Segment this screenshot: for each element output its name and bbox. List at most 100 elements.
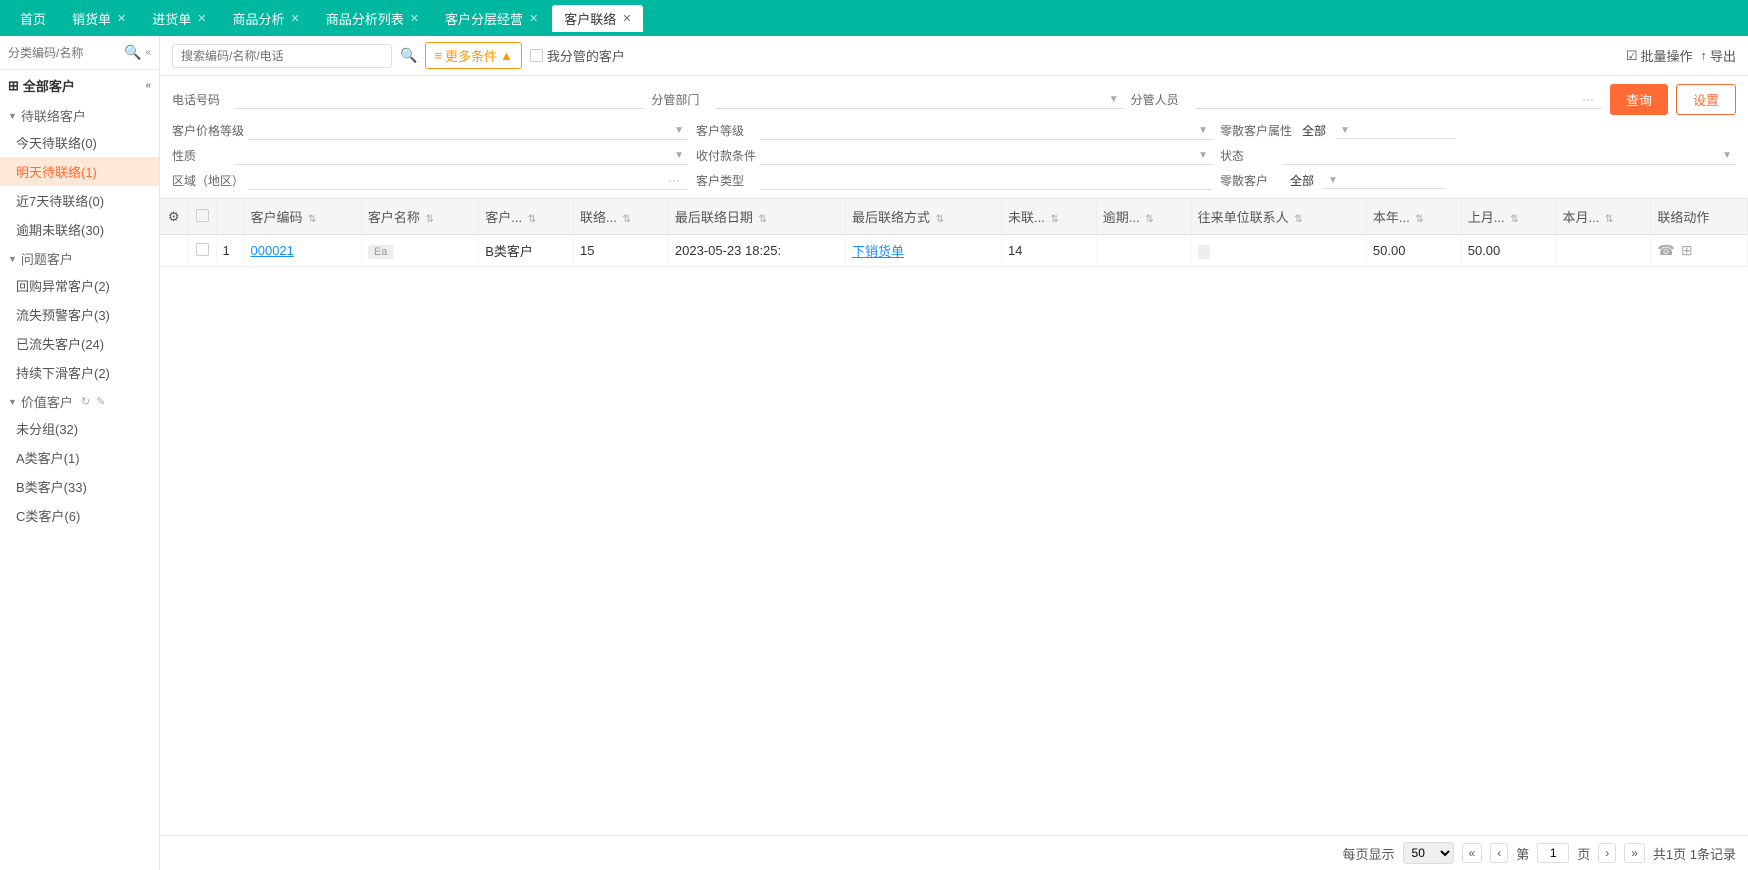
col-last-contact-date-sort[interactable]: ⇅ [759,214,767,225]
export-btn[interactable]: ↑ 导出 [1700,46,1736,65]
sidebar-item-overdue-contact[interactable]: 逾期未联络(30) [0,215,159,244]
col-type[interactable]: 客户... ⇅ [479,199,574,235]
cell-checkbox[interactable] [188,235,216,267]
nav-purchase-close[interactable]: ✕ [197,12,206,25]
col-unit-contact[interactable]: 往来单位联系人 ⇅ [1191,199,1366,235]
prev-page-btn[interactable]: ‹ [1490,843,1508,863]
more-conditions-btn[interactable]: ≡ 更多条件 ▲ [425,42,521,69]
phone-icon[interactable]: ☎ [1657,242,1674,259]
value-group-edit[interactable]: ✎ [96,395,105,408]
col-last-contact-method-sort[interactable]: ⇅ [936,214,944,225]
status-input[interactable] [1288,148,1722,162]
page-size-select[interactable]: 50 100 200 [1403,842,1454,864]
col-this-year[interactable]: 本年... ⇅ [1366,199,1461,235]
filter-field-person: 分管人员 ··· [1131,90,1602,109]
nav-customer-contact-close[interactable]: ✕ [622,12,631,25]
col-last-month[interactable]: 上月... ⇅ [1461,199,1556,235]
col-not-contacted-sort[interactable]: ⇅ [1050,214,1058,225]
nav-goods-analysis-list[interactable]: 商品分析列表 ✕ [314,5,431,32]
col-code[interactable]: 客户编码 ⇅ [244,199,361,235]
col-last-contact-date[interactable]: 最后联络日期 ⇅ [668,199,845,235]
sidebar-item-tomorrow-contact[interactable]: 明天待联络(1) [0,157,159,186]
all-customers-collapse[interactable]: « [145,80,151,91]
col-overdue[interactable]: 逾期... ⇅ [1096,199,1191,235]
filter-search-input[interactable] [172,44,392,68]
person-dots[interactable]: ··· [1578,92,1598,106]
batch-op-btn[interactable]: ☑ 批量操作 [1626,46,1693,65]
sidebar-problem-group[interactable]: ▼ 问题客户 [0,244,159,271]
col-name-sort[interactable]: ⇅ [426,214,434,225]
person-input[interactable] [1199,92,1578,106]
filter-search-btn[interactable]: 🔍 [400,47,417,64]
payment-input[interactable] [764,148,1198,162]
col-contact-sort[interactable]: ⇅ [623,214,631,225]
region-dots[interactable]: ··· [664,173,684,187]
col-type-sort[interactable]: ⇅ [528,214,536,225]
col-contact[interactable]: 联络... ⇅ [574,199,669,235]
col-this-month[interactable]: 本月... ⇅ [1556,199,1651,235]
my-customers-toggle[interactable]: 我分管的客户 [530,46,625,65]
col-code-sort[interactable]: ⇅ [308,214,316,225]
nav-customer-layer-close[interactable]: ✕ [529,12,538,25]
price-level-input[interactable] [252,123,674,137]
settings-button[interactable]: 设置 [1676,84,1736,115]
customer-code-link[interactable]: 000021 [251,243,294,258]
my-customers-checkbox[interactable] [530,49,543,62]
sidebar-item-week-contact[interactable]: 近7天待联络(0) [0,186,159,215]
nav-home[interactable]: 首页 [8,5,58,32]
customer-name[interactable]: Ea [368,245,393,259]
last-contact-method-link[interactable]: 下销货单 [852,244,904,259]
sidebar-item-c-class[interactable]: C类客户(6) [0,501,159,530]
nav-customer-contact[interactable]: 客户联络 ✕ [552,5,643,32]
nature-input[interactable] [240,148,674,162]
sidebar-item-b-class[interactable]: B类客户(33) [0,472,159,501]
col-this-year-sort[interactable]: ⇅ [1415,214,1423,225]
value-group-refresh[interactable]: ↻ [81,395,90,408]
sidebar-item-ungrouped[interactable]: 未分组(32) [0,414,159,443]
sidebar-all-customers[interactable]: ⊞ 全部客户 « [0,70,159,101]
customer-type-input[interactable] [764,173,1208,187]
col-checkbox[interactable] [188,199,216,235]
customer-level-input[interactable] [764,123,1198,137]
first-page-btn[interactable]: « [1462,843,1483,863]
sidebar-search-icon[interactable]: 🔍 [124,44,141,61]
sidebar-item-declining[interactable]: 持续下滑客户(2) [0,358,159,387]
col-this-month-sort[interactable]: ⇅ [1605,214,1613,225]
col-not-contacted[interactable]: 未联... ⇅ [1001,199,1096,235]
sidebar-item-a-class[interactable]: A类客户(1) [0,443,159,472]
cell-last-contact-method[interactable]: 下销货单 [845,235,1001,267]
header-checkbox[interactable] [196,209,209,222]
col-overdue-sort[interactable]: ⇅ [1145,214,1153,225]
page-input[interactable] [1537,843,1569,863]
col-unit-contact-sort[interactable]: ⇅ [1294,214,1302,225]
sidebar-item-churn-warning[interactable]: 流失预警客户(3) [0,300,159,329]
dept-input[interactable] [719,92,1108,106]
nav-purchase[interactable]: 进货单 ✕ [140,5,218,32]
nav-goods-analysis-list-close[interactable]: ✕ [410,12,419,25]
region-input[interactable] [252,173,664,187]
last-page-btn[interactable]: » [1624,843,1645,863]
col-settings[interactable]: ⚙ [160,199,188,235]
sidebar-pending-group[interactable]: ▼ 待联络客户 [0,101,159,128]
sidebar-collapse-btn[interactable]: « [145,47,151,58]
nav-customer-layer[interactable]: 客户分层经营 ✕ [433,5,550,32]
nav-sales[interactable]: 销货单 ✕ [60,5,138,32]
cell-code[interactable]: 000021 [244,235,361,267]
col-last-contact-method[interactable]: 最后联络方式 ⇅ [845,199,1001,235]
sidebar-value-group[interactable]: ▼ 价值客户 ↻ ✎ [0,387,159,414]
nav-goods-analysis-close[interactable]: ✕ [291,12,300,25]
row-checkbox[interactable] [196,243,209,256]
sidebar-item-churned[interactable]: 已流失客户(24) [0,329,159,358]
sidebar-item-today-contact[interactable]: 今天待联络(0) [0,128,159,157]
grid-icon[interactable]: ⊞ [1681,242,1693,259]
col-last-month-sort[interactable]: ⇅ [1510,214,1518,225]
next-page-btn[interactable]: › [1598,843,1616,863]
sidebar-item-repurchase-abnormal[interactable]: 回购异常客户(2) [0,271,159,300]
phone-input[interactable] [240,92,639,106]
col-name[interactable]: 客户名称 ⇅ [361,199,478,235]
sidebar-search-input[interactable] [8,46,120,60]
nav-goods-analysis[interactable]: 商品分析 ✕ [220,5,311,32]
query-button[interactable]: 查询 [1610,84,1668,115]
nav-sales-close[interactable]: ✕ [117,12,126,25]
cell-name[interactable]: Ea [361,235,478,267]
